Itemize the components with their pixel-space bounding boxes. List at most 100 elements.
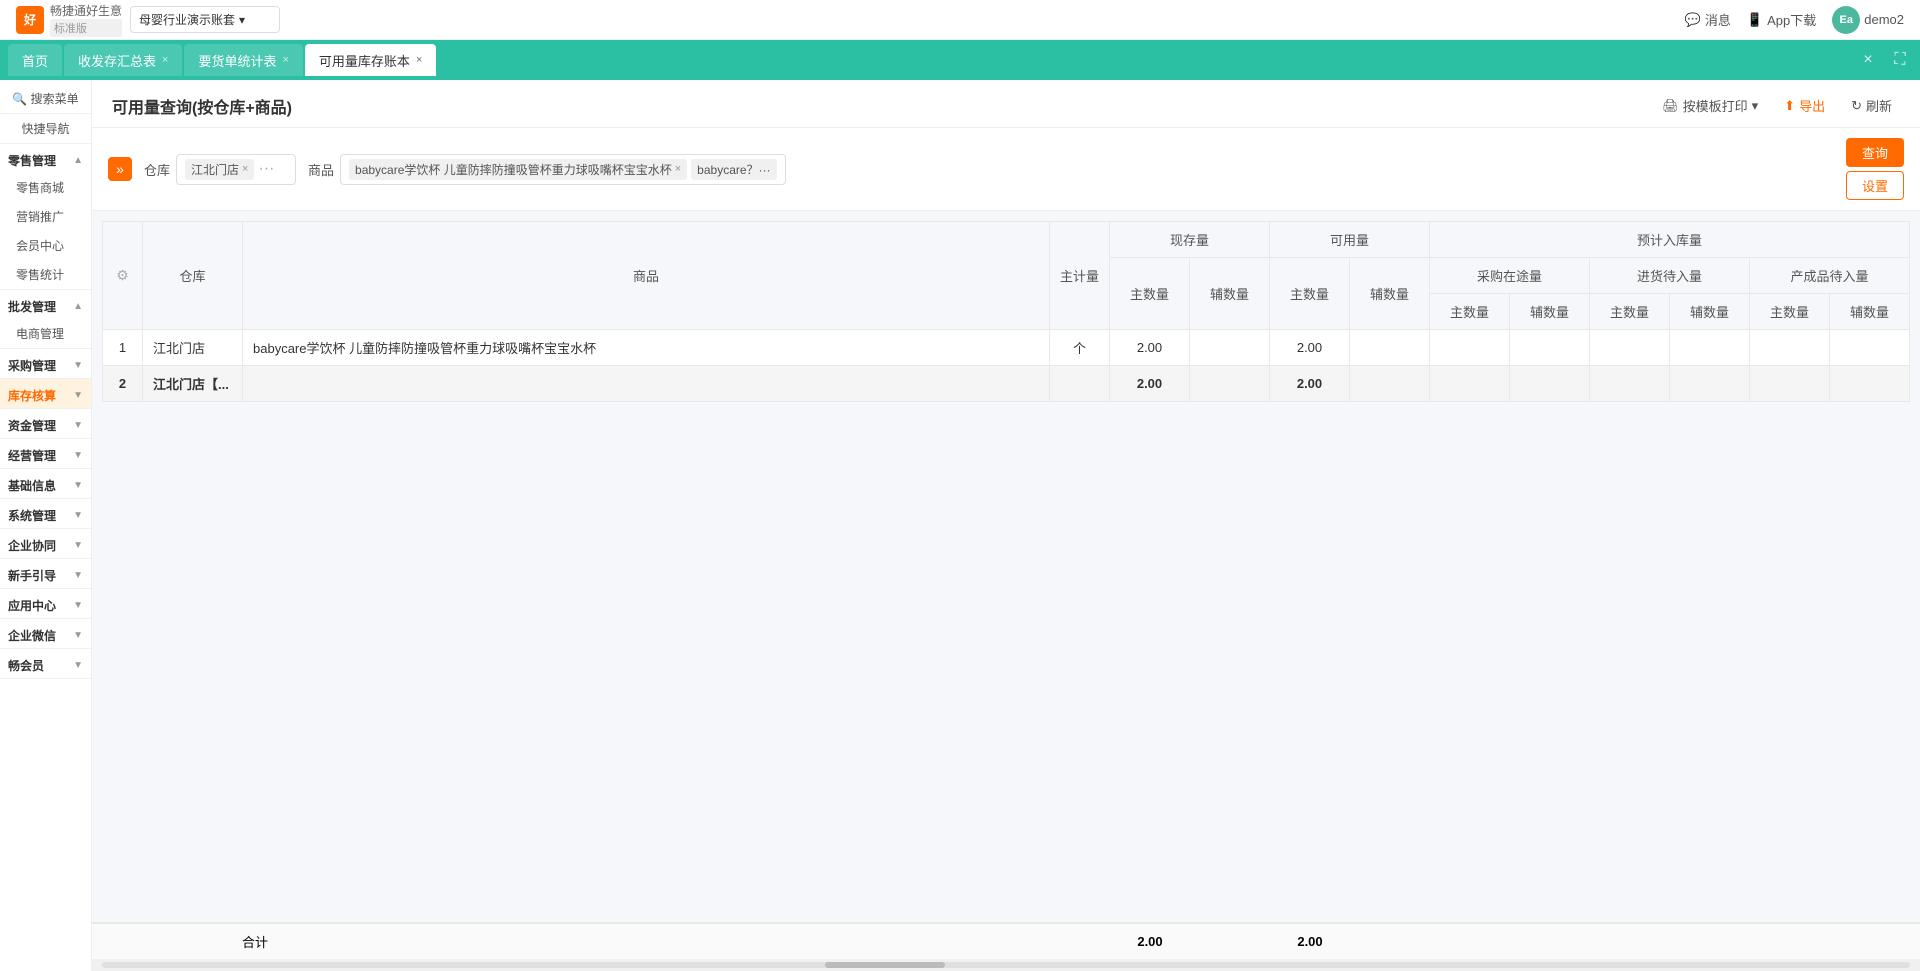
sidebar-item-retail-stats[interactable]: 零售统计 — [0, 260, 91, 289]
sidebar-item-marketing[interactable]: 营销推广 — [0, 202, 91, 231]
tab-close-all-btn[interactable]: × — [1856, 48, 1880, 72]
sidebar-group-basic-label: 基础信息 — [8, 477, 56, 494]
sidebar-group-system-label: 系统管理 — [8, 507, 56, 524]
tab-order-stats[interactable]: 要货单统计表 × — [184, 44, 302, 76]
tab-home-label: 首页 — [22, 51, 48, 70]
sidebar-group-guide-title[interactable]: 新手引导 ▼ — [0, 559, 91, 588]
row1-stock-main: 2.00 — [1110, 330, 1190, 366]
sidebar-group-enterprise-title[interactable]: 企业协同 ▼ — [0, 529, 91, 558]
export-label: 导出 — [1799, 96, 1825, 115]
warehouse-filter-input[interactable]: 江北门店 × ··· — [176, 154, 296, 185]
sidebar-group-wechat-title[interactable]: 企业微信 ▼ — [0, 619, 91, 648]
logo-area: 好 畅捷通好生意 标准版 — [16, 2, 122, 37]
export-btn[interactable]: ⬆ 导出 — [1776, 92, 1833, 119]
th-unit: 主计量 — [1049, 222, 1109, 330]
sidebar-quick-nav[interactable]: 快捷导航 — [0, 114, 91, 144]
th-purchase-main: 主数量 — [1430, 294, 1510, 330]
industry-select[interactable]: 母婴行业演示账套 ▾ — [130, 6, 280, 33]
sidebar-group-basic: 基础信息 ▼ — [0, 469, 91, 499]
tab-receive-pay-close[interactable]: × — [162, 54, 168, 66]
row1-product-aux — [1830, 330, 1910, 366]
sidebar-group-finance: 资金管理 ▼ — [0, 409, 91, 439]
row2-stock-aux — [1190, 366, 1270, 402]
refresh-btn[interactable]: ↻ 刷新 — [1843, 92, 1900, 119]
tab-available-stock[interactable]: 可用量库存账本 × — [305, 44, 436, 76]
tab-available-stock-close[interactable]: × — [416, 54, 422, 66]
logo-icon: 好 — [16, 6, 44, 34]
sidebar-group-enterprise-label: 企业协同 — [8, 537, 56, 554]
warehouse-more-btn[interactable]: ··· — [258, 160, 274, 178]
row1-purchase-aux — [1510, 330, 1590, 366]
row2-avail-aux — [1350, 366, 1430, 402]
tab-home[interactable]: 首页 — [8, 44, 62, 76]
filter-expand-btn[interactable]: » — [108, 157, 132, 181]
goods-filter-input[interactable]: babycare学饮杯 儿童防摔防撞吸管杯重力球吸嘴杯宝宝水杯 × babyca… — [340, 154, 786, 185]
tab-expand-btn[interactable]: ⛶ — [1888, 48, 1912, 72]
chevron-down-icon-2: ▲ — [73, 301, 83, 312]
sidebar-group-retail-label: 零售管理 — [8, 152, 56, 169]
sidebar-item-ecommerce[interactable]: 电商管理 — [0, 319, 91, 348]
row2-unit — [1049, 366, 1109, 402]
user-profile[interactable]: Ea demo2 — [1832, 6, 1904, 34]
print-icon: 🖨 — [1662, 98, 1679, 114]
tab-receive-pay[interactable]: 收发存汇总表 × — [64, 44, 182, 76]
sidebar-group-wholesale-label: 批发管理 — [8, 298, 56, 315]
sidebar-group-apps-label: 应用中心 — [8, 597, 56, 614]
settings-gear-icon[interactable]: ⚙ — [116, 267, 129, 283]
sidebar-item-retail-mall[interactable]: 零售商城 — [0, 173, 91, 202]
main-layout: 🔍 搜索菜单 快捷导航 零售管理 ▲ 零售商城 营销推广 会员中心 零售统计 批… — [0, 80, 1920, 971]
row1-index: 1 — [103, 330, 143, 366]
sidebar-group-system: 系统管理 ▼ — [0, 499, 91, 529]
chevron-icon-basic: ▼ — [73, 480, 83, 491]
horizontal-scrollbar[interactable] — [92, 959, 1920, 971]
scrollbar-thumb[interactable] — [825, 962, 945, 968]
goods-tag-1-close[interactable]: × — [675, 163, 681, 175]
chevron-icon-wechat: ▼ — [73, 630, 83, 641]
settings-btn[interactable]: 设置 — [1846, 171, 1904, 200]
page-actions: 🖨 按模板打印 ▾ ⬆ 导出 ↻ 刷新 — [1654, 92, 1900, 119]
sidebar-group-member-title[interactable]: 畅会员 ▼ — [0, 649, 91, 678]
footer-label: 合计 — [242, 932, 1050, 951]
sidebar-group-finance-title[interactable]: 资金管理 ▼ — [0, 409, 91, 438]
refresh-label: 刷新 — [1866, 96, 1892, 115]
filter-area: » 仓库 江北门店 × ··· 商品 babycare学饮杯 儿童防摔防撞吸管杯… — [92, 128, 1920, 211]
th-inbound-aux: 辅数量 — [1670, 294, 1750, 330]
print-template-btn[interactable]: 🖨 按模板打印 ▾ — [1654, 92, 1766, 119]
sidebar-group-purchase-title[interactable]: 采购管理 ▼ — [0, 349, 91, 378]
message-btn[interactable]: 💬 消息 — [1685, 10, 1731, 29]
scrollbar-track — [102, 962, 1910, 968]
sidebar-group-purchase: 采购管理 ▼ — [0, 349, 91, 379]
th-product-main: 主数量 — [1750, 294, 1830, 330]
sidebar-group-system-title[interactable]: 系统管理 ▼ — [0, 499, 91, 528]
chevron-icon-system: ▼ — [73, 510, 83, 521]
page-title: 可用量查询(按仓库+商品) — [112, 94, 292, 118]
sidebar-search[interactable]: 🔍 搜索菜单 — [0, 80, 91, 114]
sidebar-group-inventory-title[interactable]: 库存核算 ▼ — [0, 379, 91, 408]
sidebar-group-basic-title[interactable]: 基础信息 ▼ — [0, 469, 91, 498]
sidebar-group-wholesale-title[interactable]: 批发管理 ▲ — [0, 290, 91, 319]
sidebar-group-retail: 零售管理 ▲ 零售商城 营销推广 会员中心 零售统计 — [0, 144, 91, 290]
chevron-up-icon: ▲ — [73, 155, 83, 166]
tab-order-stats-close[interactable]: × — [282, 54, 288, 66]
chevron-icon-guide: ▼ — [73, 570, 83, 581]
table-footer: 合计 2.00 2.00 — [92, 922, 1920, 959]
sidebar-group-apps-title[interactable]: 应用中心 ▼ — [0, 589, 91, 618]
top-bar: 好 畅捷通好生意 标准版 母婴行业演示账套 ▾ 💬 消息 📱 App下载 Ea … — [0, 0, 1920, 40]
row1-purchase-main — [1430, 330, 1510, 366]
th-inbound-group: 进货待入量 — [1590, 258, 1750, 294]
app-download-btn[interactable]: 📱 App下载 — [1747, 10, 1816, 29]
goods-tag-1: babycare学饮杯 儿童防摔防撞吸管杯重力球吸嘴杯宝宝水杯 × — [349, 159, 687, 180]
chevron-icon-apps: ▼ — [73, 600, 83, 611]
filter-actions: 查询 设置 — [1846, 138, 1904, 200]
warehouse-filter-label: 仓库 — [144, 160, 170, 179]
query-btn[interactable]: 查询 — [1846, 138, 1904, 167]
sidebar-item-members[interactable]: 会员中心 — [0, 231, 91, 260]
goods-tag-1-value: babycare学饮杯 儿童防摔防撞吸管杯重力球吸嘴杯宝宝水杯 — [355, 161, 672, 178]
warehouse-tag-close[interactable]: × — [242, 163, 248, 175]
sidebar-group-retail-title[interactable]: 零售管理 ▲ — [0, 144, 91, 173]
sidebar-group-business-title[interactable]: 经营管理 ▼ — [0, 439, 91, 468]
sidebar-group-wechat-label: 企业微信 — [8, 627, 56, 644]
export-icon: ⬆ — [1784, 98, 1795, 114]
sidebar-group-purchase-label: 采购管理 — [8, 357, 56, 374]
tab-bar: 首页 收发存汇总表 × 要货单统计表 × 可用量库存账本 × × ⛶ — [0, 40, 1920, 80]
